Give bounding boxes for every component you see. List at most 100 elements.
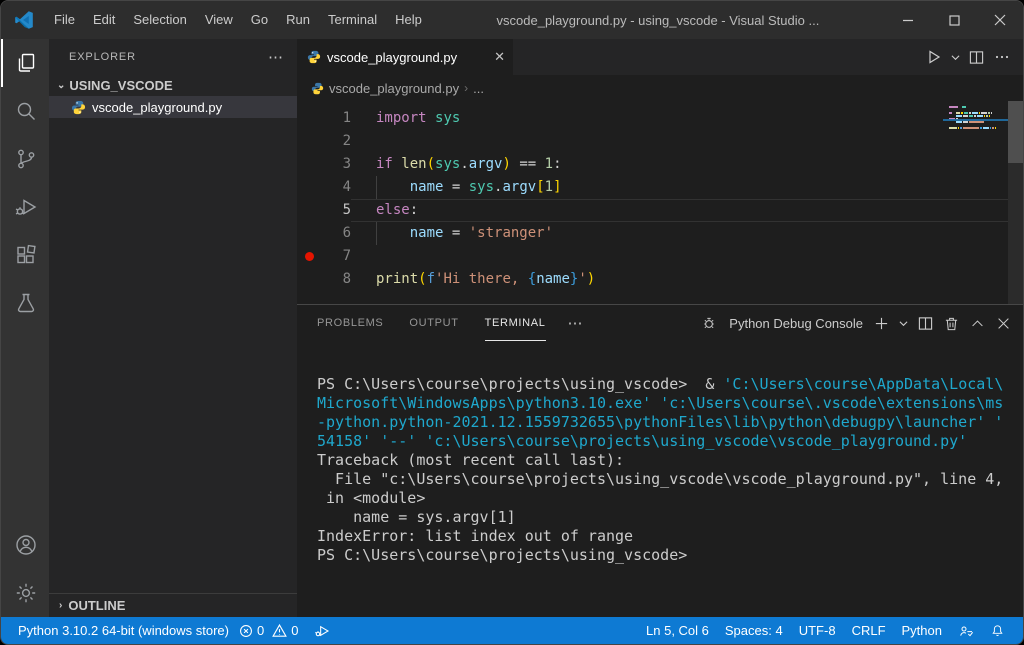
testing-icon[interactable] — [1, 279, 49, 327]
source-control-icon[interactable] — [1, 135, 49, 183]
glyph-margin[interactable] — [297, 176, 323, 199]
kill-terminal-trash-icon[interactable] — [941, 313, 961, 333]
glyph-margin[interactable] — [297, 153, 323, 176]
debugpy-status-icon[interactable] — [309, 617, 335, 644]
code-line[interactable]: 3if len(sys.argv) == 1: — [297, 153, 1023, 176]
editor-scrollbar[interactable] — [1008, 101, 1023, 304]
menu-run[interactable]: Run — [277, 1, 319, 39]
menu-view[interactable]: View — [196, 1, 242, 39]
minimap[interactable] — [949, 106, 1001, 130]
terminal-dropdown-chevron-icon[interactable] — [897, 313, 909, 333]
tab-output[interactable]: OUTPUT — [409, 306, 458, 341]
panel-more-tabs-icon[interactable]: ⋯ — [568, 314, 585, 332]
line-content[interactable]: import sys — [351, 107, 1023, 130]
file-item-vscode-playground[interactable]: vscode_playground.py — [49, 96, 297, 118]
feedback-icon[interactable] — [950, 623, 982, 639]
tab-vscode-playground[interactable]: vscode_playground.py ✕ — [297, 39, 513, 75]
new-terminal-plus-icon[interactable] — [871, 313, 891, 333]
menu-terminal[interactable]: Terminal — [319, 1, 386, 39]
chevron-down-icon: ⌄ — [57, 80, 65, 91]
encoding-label: UTF-8 — [799, 623, 836, 638]
chevron-right-icon: › — [59, 600, 62, 611]
problems-status[interactable]: 0 0 — [234, 617, 303, 644]
menu-help[interactable]: Help — [386, 1, 431, 39]
close-panel-icon[interactable] — [993, 313, 1013, 333]
breadcrumb-symbol[interactable]: ... — [473, 81, 484, 96]
breakpoint-dot[interactable] — [305, 252, 314, 261]
run-file-icon[interactable] — [923, 46, 945, 68]
glyph-margin[interactable] — [297, 222, 323, 245]
code-line[interactable]: 6 name = 'stranger' — [297, 222, 1023, 245]
code-line[interactable]: 1import sys — [297, 107, 1023, 130]
glyph-margin[interactable] — [297, 130, 323, 153]
terminal-line: -python.python-2021.12.1559732655\python… — [317, 413, 1023, 432]
terminal-selector-label[interactable]: Python Debug Console — [729, 316, 863, 331]
maximize-button[interactable] — [931, 1, 977, 39]
glyph-margin[interactable] — [297, 107, 323, 130]
glyph-margin[interactable] — [297, 199, 323, 222]
close-button[interactable] — [977, 1, 1023, 39]
terminal-output[interactable]: PS C:\Users\course\projects\using_vscode… — [297, 341, 1023, 617]
tab-label: vscode_playground.py — [327, 50, 488, 65]
folder-name: USING_VSCODE — [69, 78, 172, 93]
explorer-more-actions-icon[interactable]: ⋯ — [268, 48, 285, 66]
tab-problems[interactable]: PROBLEMS — [317, 306, 383, 341]
line-content[interactable]: print(f'Hi there, {name}') — [351, 268, 1023, 291]
file-name: vscode_playground.py — [92, 100, 222, 115]
extensions-icon[interactable] — [1, 231, 49, 279]
code-line[interactable]: 4 name = sys.argv[1] — [297, 176, 1023, 199]
cursor-position-status[interactable]: Ln 5, Col 6 — [638, 623, 717, 638]
line-content[interactable]: if len(sys.argv) == 1: — [351, 153, 1023, 176]
outline-section-header[interactable]: › OUTLINE — [49, 593, 297, 617]
folder-section-header[interactable]: ⌄ USING_VSCODE — [49, 74, 297, 96]
notifications-bell-icon[interactable] — [982, 623, 1013, 638]
run-dropdown-chevron-icon[interactable] — [949, 46, 961, 68]
search-icon[interactable] — [1, 87, 49, 135]
activity-bar — [1, 39, 49, 617]
breadcrumb-file[interactable]: vscode_playground.py — [329, 81, 459, 96]
editor-more-actions-icon[interactable] — [991, 46, 1013, 68]
menu-bar: File Edit Selection View Go Run Terminal… — [45, 1, 431, 39]
code-editor[interactable]: 1import sys23if len(sys.argv) == 1:4 nam… — [297, 101, 1023, 304]
explorer-icon[interactable] — [1, 39, 49, 87]
scrollbar-slider[interactable] — [1008, 101, 1023, 163]
menu-go[interactable]: Go — [242, 1, 277, 39]
code-line[interactable]: 2 — [297, 130, 1023, 153]
split-editor-icon[interactable] — [965, 46, 987, 68]
settings-gear-icon[interactable] — [1, 569, 49, 617]
line-content[interactable]: else: — [351, 199, 1023, 222]
glyph-margin[interactable] — [297, 268, 323, 291]
line-content[interactable]: name = sys.argv[1] — [351, 176, 1023, 199]
indentation-status[interactable]: Spaces: 4 — [717, 623, 791, 638]
minimize-button[interactable] — [885, 1, 931, 39]
split-terminal-icon[interactable] — [915, 313, 935, 333]
errors-icon — [239, 624, 253, 638]
menu-edit[interactable]: Edit — [84, 1, 124, 39]
line-number: 2 — [323, 130, 351, 153]
warnings-count: 0 — [291, 623, 298, 638]
code-line[interactable]: 5else: — [297, 199, 1023, 222]
python-interpreter-status[interactable]: Python 3.10.2 64-bit (windows store) — [13, 617, 234, 644]
account-icon[interactable] — [1, 521, 49, 569]
code-line[interactable]: 8print(f'Hi there, {name}') — [297, 268, 1023, 291]
line-content[interactable] — [351, 245, 1023, 268]
menu-selection[interactable]: Selection — [124, 1, 195, 39]
maximize-panel-chevron-icon[interactable] — [967, 313, 987, 333]
tab-close-icon[interactable]: ✕ — [494, 49, 505, 65]
menu-file[interactable]: File — [45, 1, 84, 39]
breadcrumb[interactable]: vscode_playground.py › ... — [297, 75, 1023, 101]
eol-status[interactable]: CRLF — [844, 623, 894, 638]
line-number: 7 — [323, 245, 351, 268]
tab-terminal[interactable]: TERMINAL — [485, 306, 546, 341]
code-line[interactable]: 7 — [297, 245, 1023, 268]
terminal-line: name = sys.argv[1] — [317, 508, 1023, 527]
line-content[interactable]: name = 'stranger' — [351, 222, 1023, 245]
run-and-debug-icon[interactable] — [1, 183, 49, 231]
line-number: 8 — [323, 268, 351, 291]
line-number: 1 — [323, 107, 351, 130]
terminal-line: PS C:\Users\course\projects\using_vscode… — [317, 375, 1023, 394]
language-mode-status[interactable]: Python — [894, 623, 950, 638]
line-content[interactable] — [351, 130, 1023, 153]
glyph-margin[interactable] — [297, 245, 323, 268]
encoding-status[interactable]: UTF-8 — [791, 623, 844, 638]
